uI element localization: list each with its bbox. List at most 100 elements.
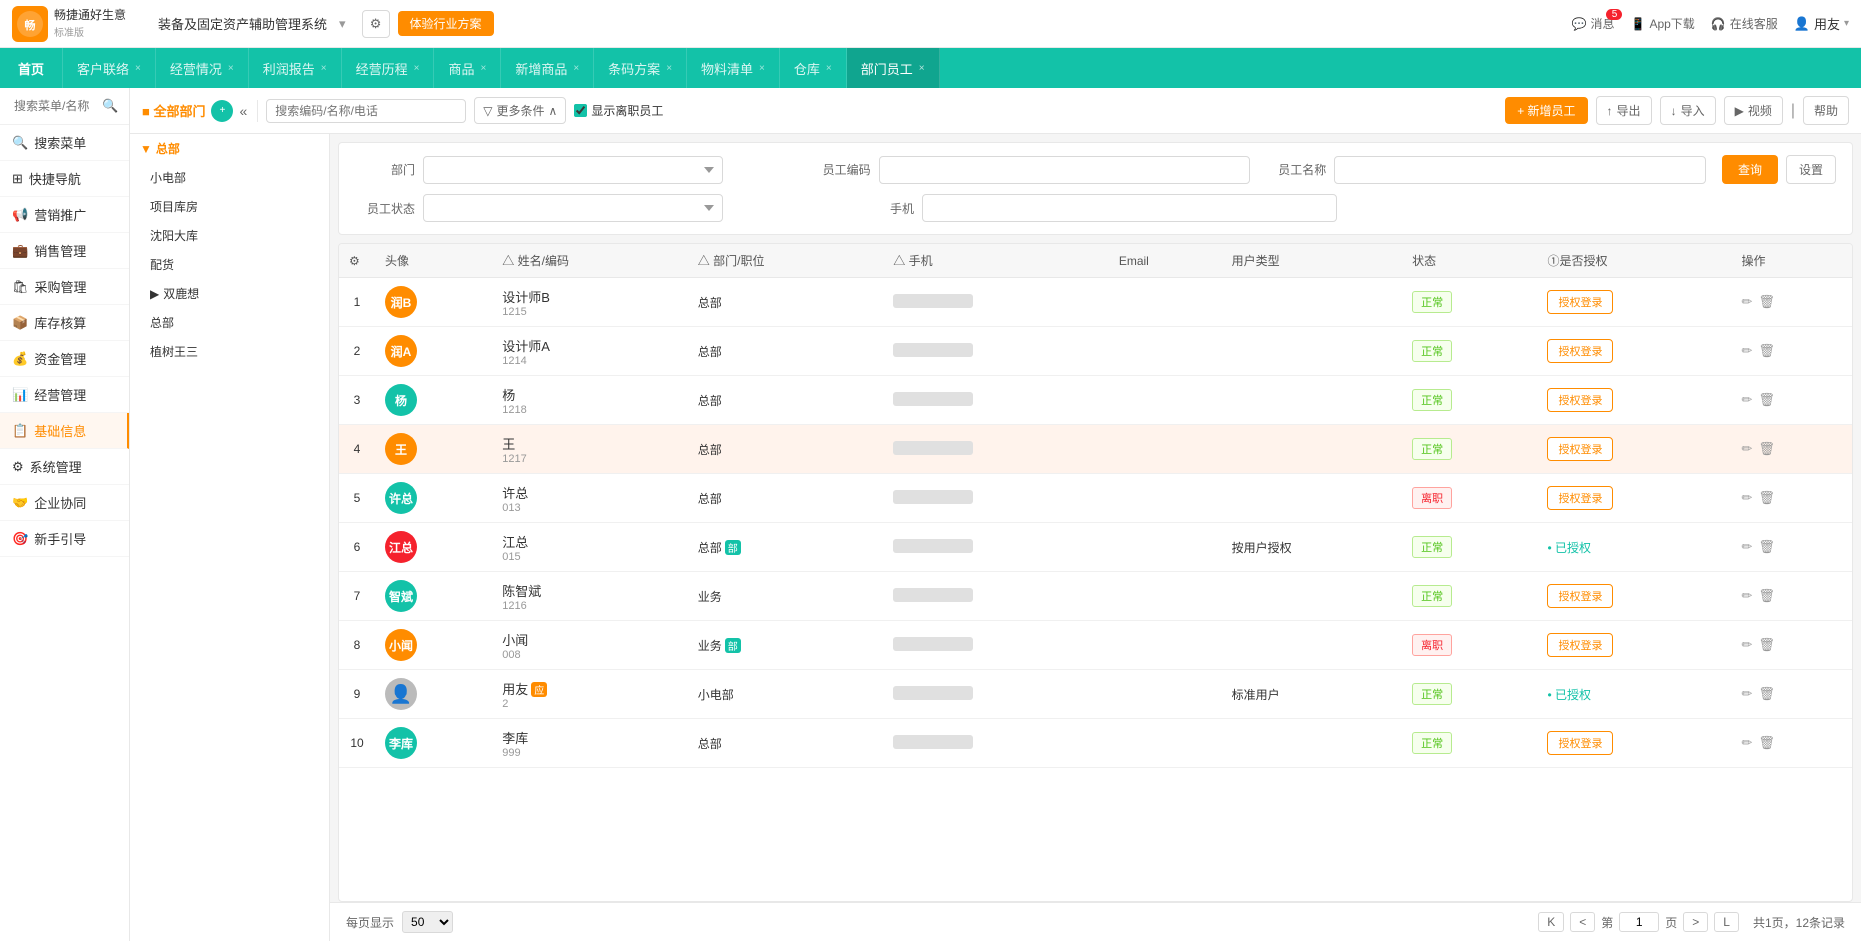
authorize-button[interactable]: 授权登录: [1547, 437, 1613, 461]
sidebar-search-icon[interactable]: 🔍: [102, 98, 118, 114]
user-dropdown[interactable]: 👤 用友 ▾: [1794, 14, 1849, 33]
emp-name-input[interactable]: [1334, 156, 1706, 184]
emp-status-select[interactable]: [423, 194, 723, 222]
prev-page-btn[interactable]: <: [1570, 912, 1595, 932]
page-number-input[interactable]: [1619, 912, 1659, 932]
authorize-button[interactable]: 授权登录: [1547, 633, 1613, 657]
edit-icon[interactable]: ✏: [1741, 686, 1752, 702]
first-page-btn[interactable]: K: [1538, 912, 1564, 932]
tab-customer[interactable]: 客户联络 ×: [63, 48, 156, 88]
tab-warehouse[interactable]: 仓库 ×: [780, 48, 847, 88]
sidebar-item-purchase[interactable]: 🛍 采购管理: [0, 269, 129, 305]
col-phone[interactable]: △ 手机: [883, 244, 1109, 278]
edit-icon[interactable]: ✏: [1741, 637, 1752, 653]
authorize-button[interactable]: 授权登录: [1547, 339, 1613, 363]
sidebar-item-system[interactable]: ⚙ 系统管理: [0, 449, 129, 485]
authorize-button[interactable]: 授权登录: [1547, 486, 1613, 510]
add-employee-button[interactable]: + 新增员工: [1505, 97, 1587, 124]
dept-node-zhishu[interactable]: 植树王三: [130, 337, 329, 366]
dept-node-xiangmukukfang[interactable]: 项目库房: [130, 192, 329, 221]
dept-node-xiaodibu[interactable]: 小电部: [130, 163, 329, 192]
delete-icon[interactable]: 🗑: [1758, 294, 1775, 310]
dept-node-peihuo[interactable]: 配货: [130, 250, 329, 279]
edit-icon[interactable]: ✏: [1741, 735, 1752, 751]
authorize-button[interactable]: 授权登录: [1547, 584, 1613, 608]
dept-select[interactable]: [423, 156, 723, 184]
search-button[interactable]: 查询: [1722, 155, 1778, 184]
tab-profit[interactable]: 利润报告 ×: [249, 48, 342, 88]
dept-node-zongbu[interactable]: 总部: [130, 308, 329, 337]
delete-icon[interactable]: 🗑: [1758, 392, 1775, 408]
col-name-code[interactable]: △ 姓名/编码: [492, 244, 688, 278]
authorize-button[interactable]: 授权登录: [1547, 731, 1613, 755]
delete-icon[interactable]: 🗑: [1758, 343, 1775, 359]
tab-home[interactable]: 首页: [0, 48, 63, 88]
online-service-action[interactable]: 🎧 在线客服: [1711, 15, 1778, 32]
sidebar-item-guide[interactable]: 🎯 新手引导: [0, 521, 129, 557]
tab-operations[interactable]: 经营情况 ×: [156, 48, 249, 88]
sidebar-item-search[interactable]: 🔍 搜索菜单: [0, 125, 129, 161]
delete-icon[interactable]: 🗑: [1758, 441, 1775, 457]
export-button[interactable]: ↑ 导出: [1596, 96, 1652, 125]
authorize-button[interactable]: 授权登录: [1547, 388, 1613, 412]
delete-icon[interactable]: 🗑: [1758, 686, 1775, 702]
sidebar-item-basic-info[interactable]: 📋 基础信息: [0, 413, 129, 449]
row-auth: 授权登录: [1537, 425, 1731, 474]
tab-barcode[interactable]: 条码方案 ×: [594, 48, 687, 88]
delete-icon[interactable]: 🗑: [1758, 735, 1775, 751]
edit-icon[interactable]: ✏: [1741, 441, 1752, 457]
sidebar-item-collab[interactable]: 🤝 企业协同: [0, 485, 129, 521]
edit-icon[interactable]: ✏: [1741, 539, 1752, 555]
authorize-button[interactable]: 授权登录: [1547, 290, 1613, 314]
edit-icon[interactable]: ✏: [1741, 588, 1752, 604]
sidebar-item-quicknav[interactable]: ⊞ 快捷导航: [0, 161, 129, 197]
column-settings-button[interactable]: 设置: [1786, 155, 1836, 184]
show-resigned-checkbox[interactable]: [574, 104, 587, 117]
dept-node-shuanglu[interactable]: ▶ 双鹿想: [130, 279, 329, 308]
tab-new-goods[interactable]: 新增商品 ×: [501, 48, 594, 88]
next-page-btn[interactable]: >: [1683, 912, 1708, 932]
sidebar-search-input[interactable]: [8, 96, 98, 116]
phone-input[interactable]: [922, 194, 1337, 222]
message-action[interactable]: 💬 消息 5: [1572, 15, 1615, 32]
col-dept-pos[interactable]: △ 部门/职位: [688, 244, 884, 278]
dropdown-icon[interactable]: ▾: [339, 16, 346, 32]
sidebar-item-inventory[interactable]: 📦 库存核算: [0, 305, 129, 341]
edit-icon[interactable]: ✏: [1741, 294, 1752, 310]
edit-icon[interactable]: ✏: [1741, 490, 1752, 506]
tab-history[interactable]: 经营历程 ×: [342, 48, 435, 88]
experience-button[interactable]: 体验行业方案: [398, 11, 494, 36]
delete-icon[interactable]: 🗑: [1758, 637, 1775, 653]
app-download-action[interactable]: 📱 App下载: [1630, 15, 1694, 32]
delete-icon[interactable]: 🗑: [1758, 490, 1775, 506]
dept-node-shenyang[interactable]: 沈阳大库: [130, 221, 329, 250]
more-conditions-btn[interactable]: ▽ 更多条件 ∧: [474, 97, 566, 124]
tab-bom[interactable]: 物料清单 ×: [687, 48, 780, 88]
tab-department[interactable]: 部门员工 ×: [847, 48, 940, 88]
sidebar-item-sales[interactable]: 💼 销售管理: [0, 233, 129, 269]
last-page-btn[interactable]: L: [1714, 912, 1739, 932]
sidebar-item-finance[interactable]: 💰 资金管理: [0, 341, 129, 377]
tab-goods[interactable]: 商品 ×: [434, 48, 501, 88]
emp-code-input[interactable]: [879, 156, 1251, 184]
show-resigned-check[interactable]: 显示离职员工: [574, 102, 663, 119]
help-button[interactable]: 帮助: [1803, 96, 1849, 125]
col-settings[interactable]: ⚙: [339, 244, 375, 278]
table-row: 9👤用友应2小电部标准用户正常已授权✏🗑: [339, 670, 1852, 719]
per-page-select[interactable]: 50 100: [402, 911, 453, 933]
sidebar-item-business[interactable]: 📊 经营管理: [0, 377, 129, 413]
dept-node-root[interactable]: ▼ 总部: [130, 134, 329, 163]
delete-icon[interactable]: 🗑: [1758, 539, 1775, 555]
settings-button[interactable]: ⚙: [362, 10, 390, 38]
edit-icon[interactable]: ✏: [1741, 392, 1752, 408]
import-button[interactable]: ↓ 导入: [1660, 96, 1716, 125]
sidebar-item-marketing[interactable]: 📢 营销推广: [0, 197, 129, 233]
search-input[interactable]: [266, 99, 466, 123]
view-button[interactable]: ▶ 视频: [1724, 96, 1783, 125]
row-dept: 总部: [688, 327, 884, 376]
delete-icon[interactable]: 🗑: [1758, 588, 1775, 604]
edit-icon[interactable]: ✏: [1741, 343, 1752, 359]
collapse-dept-btn[interactable]: «: [239, 103, 247, 119]
add-dept-btn[interactable]: +: [211, 100, 233, 122]
phone-blurred: [893, 490, 973, 504]
